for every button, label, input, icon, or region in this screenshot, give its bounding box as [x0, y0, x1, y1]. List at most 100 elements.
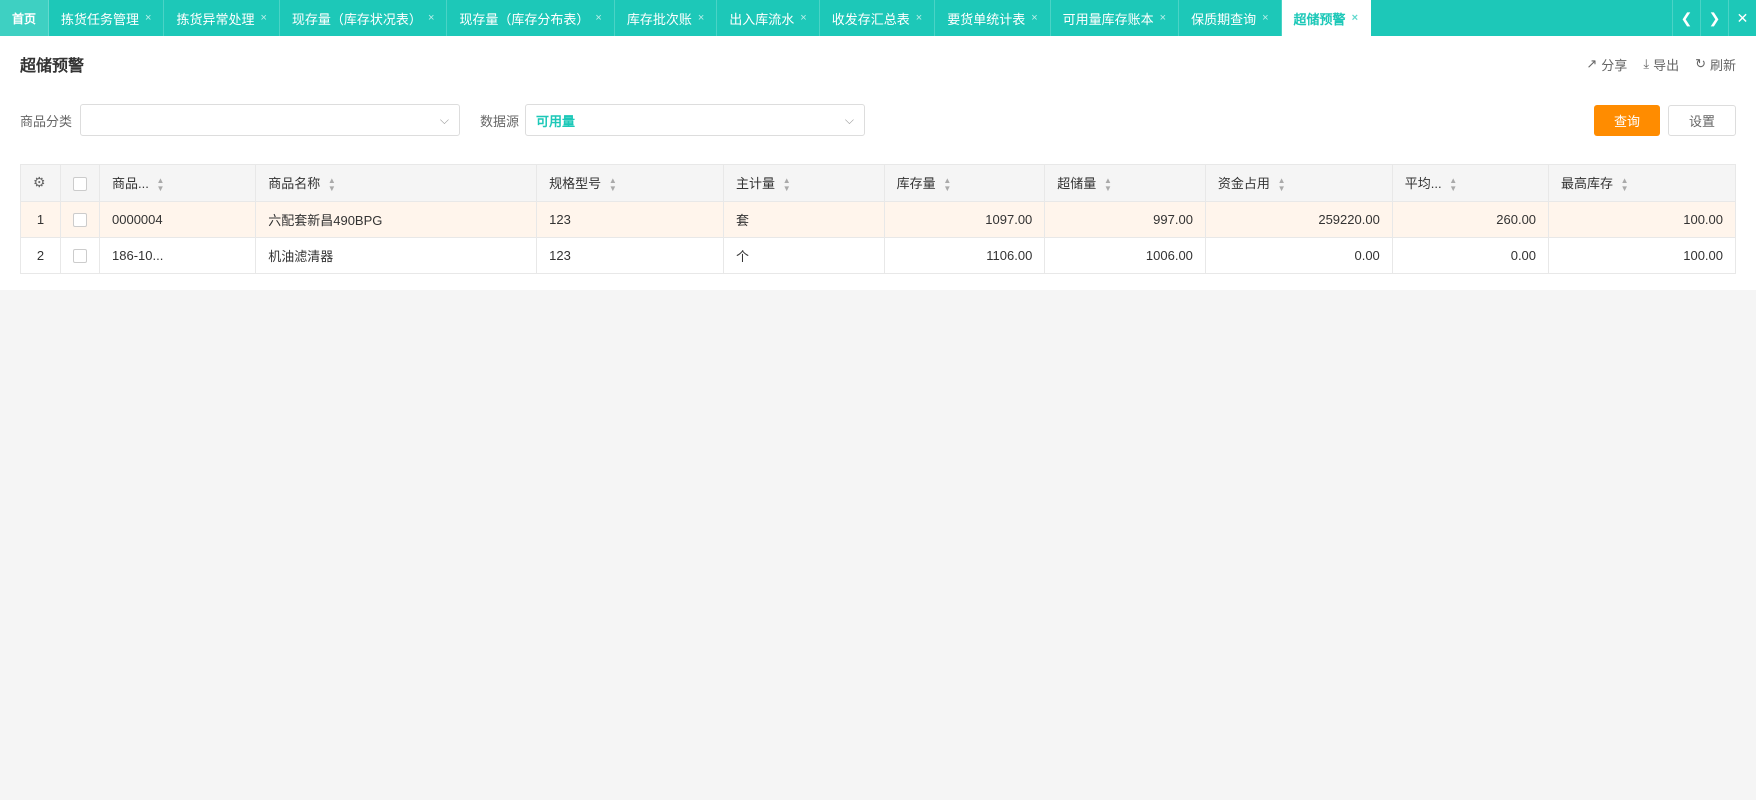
th-product-name[interactable]: 商品名称 ▲▼ — [256, 165, 537, 202]
close-tab-6[interactable]: × — [916, 12, 922, 24]
page-title: 超储预警 — [20, 52, 84, 76]
row-1-checkbox[interactable] — [73, 213, 87, 227]
sort-icon-max-stock: ▲▼ — [1621, 177, 1629, 193]
chevron-down-icon: ⌵ — [440, 113, 449, 128]
header-actions: ↗ 分享 ⤓ 导出 ↻ 刷新 — [1586, 55, 1736, 74]
nav-tab-churukuliushui[interactable]: 出入库流水 × — [717, 0, 819, 36]
share-icon: ↗ — [1586, 56, 1597, 72]
table-row: 1 0000004 六配套新昌490BPG 123 套 1097.00 997.… — [21, 201, 1736, 237]
sort-icon-overstock: ▲▼ — [1104, 177, 1112, 193]
close-tab-9[interactable]: × — [1262, 12, 1268, 24]
row-number-2: 2 — [21, 237, 61, 273]
th-stock[interactable]: 库存量 ▲▼ — [884, 165, 1045, 202]
table-header-row: ⚙ 商品... ▲▼ 商品名称 ▲▼ 规格型号 ▲▼ 主计 — [21, 165, 1736, 202]
close-tab-3[interactable]: × — [595, 12, 601, 24]
chevron-down-icon-datasource: ⌵ — [845, 113, 854, 128]
nav-tab-jianhuoyichang[interactable]: 拣货异常处理 × — [164, 0, 279, 36]
top-navigation: 首页 拣货任务管理 × 拣货异常处理 × 现存量（库存状况表） × 现存量（库存… — [0, 0, 1756, 36]
nav-tab-kucunpici[interactable]: 库存批次账 × — [615, 0, 717, 36]
table-row: 2 186-10... 机油滤清器 123 个 1106.00 1006.00 … — [21, 237, 1736, 273]
row-1-max-stock: 100.00 — [1549, 201, 1736, 237]
settings-icon[interactable]: ⚙ — [33, 174, 46, 190]
close-tab-1[interactable]: × — [260, 12, 266, 24]
close-tab-2[interactable]: × — [428, 12, 434, 24]
row-2-overstock: 1006.00 — [1045, 237, 1206, 273]
data-table: ⚙ 商品... ▲▼ 商品名称 ▲▼ 规格型号 ▲▼ 主计 — [20, 164, 1736, 274]
datasource-select-value: 可用量 — [536, 111, 575, 130]
nav-more-button[interactable]: ✕ — [1728, 0, 1756, 36]
row-1-capital: 259220.00 — [1205, 201, 1392, 237]
th-unit[interactable]: 主计量 ▲▼ — [724, 165, 885, 202]
nav-tab-baozhi[interactable]: 保质期查询 × — [1179, 0, 1281, 36]
nav-tab-jianhuorenwu[interactable]: 拣货任务管理 × — [49, 0, 164, 36]
th-product-code[interactable]: 商品... ▲▼ — [100, 165, 256, 202]
refresh-button[interactable]: ↻ 刷新 — [1695, 55, 1736, 74]
row-number-1: 1 — [21, 201, 61, 237]
sort-icon-stock: ▲▼ — [943, 177, 951, 193]
datasource-select[interactable]: 可用量 ⌵ — [525, 104, 865, 136]
nav-tab-chaochuyujing[interactable]: 超储预警 × — [1282, 0, 1371, 36]
row-checkbox-2[interactable] — [61, 237, 100, 273]
nav-arrows: ❮ ❯ ✕ — [1672, 0, 1756, 36]
row-2-unit: 个 — [724, 237, 885, 273]
category-filter-group: 商品分类 ⌵ — [20, 104, 460, 136]
page-header: 超储预警 ↗ 分享 ⤓ 导出 ↻ 刷新 — [20, 52, 1736, 76]
nav-tab-yaohuo[interactable]: 要货单统计表 × — [935, 0, 1050, 36]
row-2-avg: 0.00 — [1392, 237, 1548, 273]
sort-icon-avg: ▲▼ — [1449, 177, 1457, 193]
row-2-product-code: 186-10... — [100, 237, 256, 273]
export-button[interactable]: ⤓ 导出 — [1643, 55, 1679, 74]
close-tab-10[interactable]: × — [1352, 12, 1358, 24]
sort-icon-spec: ▲▼ — [609, 177, 617, 193]
datasource-label: 数据源 — [480, 111, 519, 130]
sort-icon-product-code: ▲▼ — [156, 177, 164, 193]
row-1-overstock: 997.00 — [1045, 201, 1206, 237]
th-avg[interactable]: 平均... ▲▼ — [1392, 165, 1548, 202]
row-1-stock: 1097.00 — [884, 201, 1045, 237]
page-content: 超储预警 ↗ 分享 ⤓ 导出 ↻ 刷新 商品分类 ⌵ 数据源 — [0, 36, 1756, 290]
share-button[interactable]: ↗ 分享 — [1586, 55, 1627, 74]
close-tab-5[interactable]: × — [800, 12, 806, 24]
nav-tab-shoufacun[interactable]: 收发存汇总表 × — [820, 0, 935, 36]
sort-icon-product-name: ▲▼ — [328, 177, 336, 193]
row-1-product-code: 0000004 — [100, 201, 256, 237]
nav-next-button[interactable]: ❯ — [1700, 0, 1728, 36]
select-all-checkbox[interactable] — [73, 177, 87, 191]
category-label: 商品分类 — [20, 111, 72, 130]
filter-area: 商品分类 ⌵ 数据源 可用量 ⌵ 查询 设置 — [20, 92, 1736, 148]
close-tab-4[interactable]: × — [698, 12, 704, 24]
query-button[interactable]: 查询 — [1594, 105, 1660, 136]
datasource-filter-group: 数据源 可用量 ⌵ — [480, 104, 865, 136]
row-2-product-name: 机油滤清器 — [256, 237, 537, 273]
refresh-icon: ↻ — [1695, 56, 1706, 72]
settings-button[interactable]: 设置 — [1668, 105, 1736, 136]
row-1-product-name: 六配套新昌490BPG — [256, 201, 537, 237]
close-tab-8[interactable]: × — [1160, 12, 1166, 24]
nav-tab-keyongliang[interactable]: 可用量库存账本 × — [1051, 0, 1179, 36]
row-2-capital: 0.00 — [1205, 237, 1392, 273]
row-2-max-stock: 100.00 — [1549, 237, 1736, 273]
close-tab-7[interactable]: × — [1031, 12, 1037, 24]
sort-icon-capital: ▲▼ — [1278, 177, 1286, 193]
sort-icon-unit: ▲▼ — [783, 177, 791, 193]
nav-tab-xiancunliang-dist[interactable]: 现存量（库存分布表） × — [447, 0, 614, 36]
row-2-checkbox[interactable] — [73, 249, 87, 263]
th-spec[interactable]: 规格型号 ▲▼ — [537, 165, 724, 202]
row-1-avg: 260.00 — [1392, 201, 1548, 237]
row-2-stock: 1106.00 — [884, 237, 1045, 273]
row-1-unit: 套 — [724, 201, 885, 237]
filter-actions: 查询 设置 — [1594, 105, 1736, 136]
nav-tab-xiancunliang-status[interactable]: 现存量（库存状况表） × — [280, 0, 447, 36]
nav-prev-button[interactable]: ❮ — [1672, 0, 1700, 36]
nav-home[interactable]: 首页 — [0, 0, 49, 36]
th-max-stock[interactable]: 最高库存 ▲▼ — [1549, 165, 1736, 202]
close-tab-0[interactable]: × — [145, 12, 151, 24]
th-capital[interactable]: 资金占用 ▲▼ — [1205, 165, 1392, 202]
row-1-spec: 123 — [537, 201, 724, 237]
export-icon: ⤓ — [1643, 56, 1649, 72]
category-select[interactable]: ⌵ — [80, 104, 460, 136]
th-overstock[interactable]: 超储量 ▲▼ — [1045, 165, 1206, 202]
row-2-spec: 123 — [537, 237, 724, 273]
th-checkbox — [61, 165, 100, 202]
row-checkbox-1[interactable] — [61, 201, 100, 237]
